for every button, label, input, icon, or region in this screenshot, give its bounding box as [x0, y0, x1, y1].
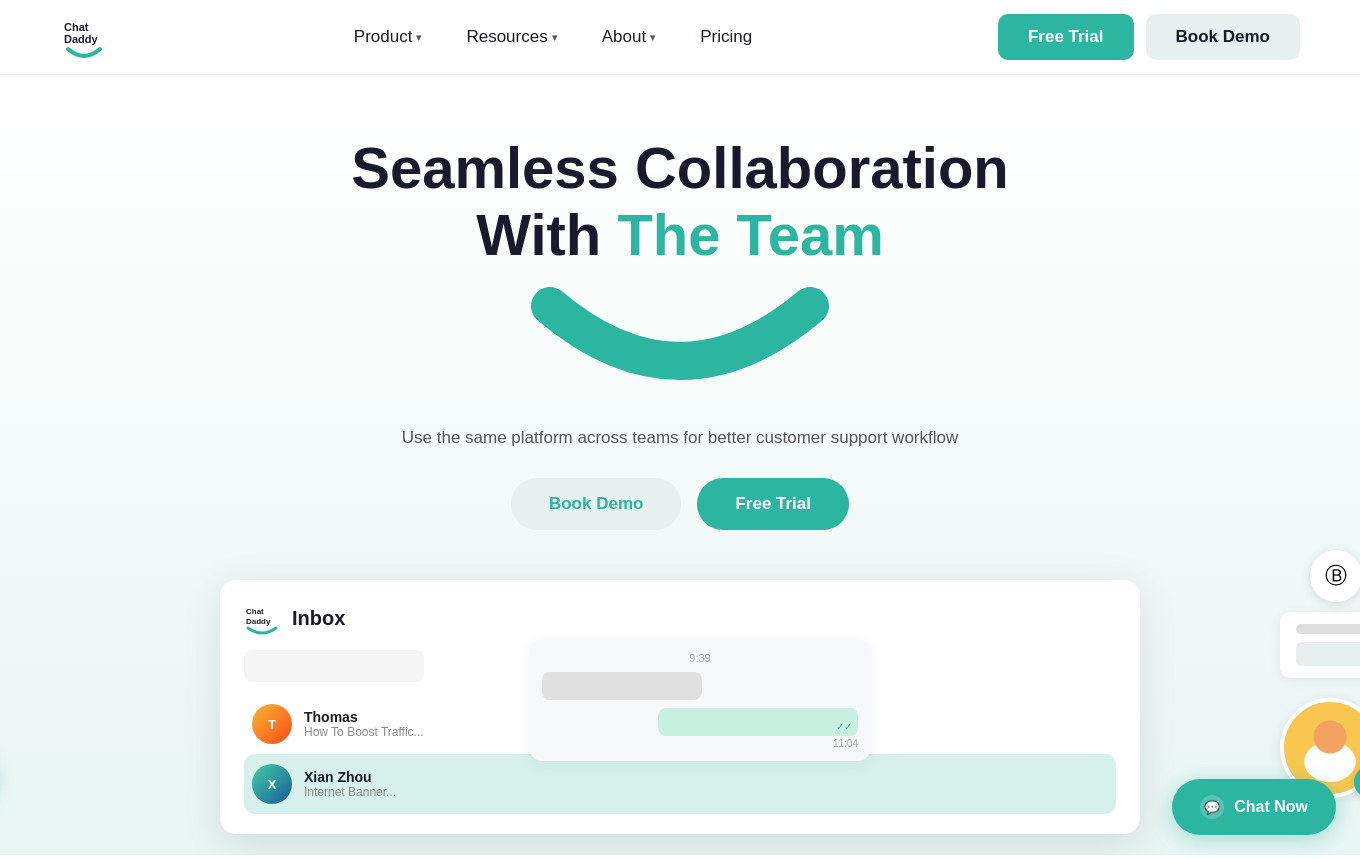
navbar: Chat Daddy Product ▾ Resources ▾ About ▾…: [0, 0, 1360, 75]
logo[interactable]: Chat Daddy: [60, 13, 108, 61]
chat-now-button[interactable]: 💬 Chat Now: [1172, 779, 1336, 835]
chevron-down-icon: ▾: [416, 31, 422, 44]
chat-bubble-received: [542, 672, 702, 700]
chat-timestamp: 9:39: [542, 652, 858, 664]
contact-name-xian: Xian Zhou: [304, 769, 1108, 785]
free-trial-button[interactable]: Free Trial: [998, 14, 1134, 60]
svg-point-6: [1313, 721, 1346, 754]
inbox-logo-icon: Chat Daddy: [244, 600, 280, 636]
whatsapp-icon: 💬: [1204, 800, 1220, 815]
hero-title-accent: The Team: [617, 202, 883, 267]
message-tick-icon: ✓✓: [836, 721, 852, 732]
nav-resources[interactable]: Resources ▾: [448, 17, 575, 57]
svg-text:Daddy: Daddy: [64, 33, 99, 45]
chat-now-label: Chat Now: [1234, 798, 1308, 816]
hero-subtitle: Use the same platform across teams for b…: [402, 428, 958, 448]
nav-resources-label: Resources: [466, 27, 547, 47]
right-text-placeholder1: [1296, 624, 1360, 634]
chevron-down-icon: ▾: [650, 31, 656, 44]
inbox-item-xian-info: Xian Zhou Internet Banner...: [304, 769, 1108, 799]
inbox-header: Chat Daddy Inbox: [244, 600, 1116, 636]
hero-section: Seamless Collaboration With The Team Use…: [0, 75, 1360, 855]
nav-pricing-label: Pricing: [700, 27, 752, 47]
book-demo-nav-button[interactable]: Book Demo: [1146, 14, 1300, 60]
hero-title-line2-plain: With: [476, 202, 617, 267]
nav-about[interactable]: About ▾: [584, 17, 674, 57]
right-text-block: [1280, 612, 1360, 678]
right-panel: Ⓑ 💬: [1280, 550, 1360, 798]
inbox-search-bar[interactable]: [244, 650, 424, 682]
nav-pricing[interactable]: Pricing: [682, 17, 770, 57]
hero-title: Seamless Collaboration With The Team: [351, 135, 1009, 268]
avatar-xian: X: [252, 764, 292, 804]
chat-panel: 9:39 ✓✓ 11:04: [530, 640, 870, 761]
hero-free-trial-button[interactable]: Free Trial: [697, 478, 849, 530]
avatar-thomas: T: [252, 704, 292, 744]
chevron-down-icon: ▾: [552, 31, 558, 44]
nav-actions: Free Trial Book Demo: [998, 14, 1300, 60]
inbox-card: Chat Daddy Inbox T Thomas How To Boost T…: [220, 580, 1140, 834]
chatdaddy-logo-icon: Chat Daddy: [60, 13, 108, 61]
nav-links: Product ▾ Resources ▾ About ▾ Pricing: [336, 17, 770, 57]
demo-area: 💬 Chat Daddy Inbox T Thomas How To Boost…: [20, 580, 1340, 834]
nav-product[interactable]: Product ▾: [336, 17, 441, 57]
contact-preview-xian: Internet Banner...: [304, 785, 1108, 799]
inbox-item-xian[interactable]: X Xian Zhou Internet Banner...: [244, 754, 1116, 814]
svg-text:Daddy: Daddy: [246, 617, 271, 626]
hero-book-demo-button[interactable]: Book Demo: [511, 478, 681, 530]
chat-sent-time: 11:04: [542, 738, 858, 749]
chat-bubble-sent: ✓✓: [658, 708, 858, 736]
nav-about-label: About: [602, 27, 646, 47]
smile-graphic: [530, 286, 830, 410]
nav-product-label: Product: [354, 27, 413, 47]
svg-text:Chat: Chat: [246, 607, 264, 616]
tiktok-icon-wrap: Ⓑ: [1310, 550, 1360, 602]
svg-text:Chat: Chat: [64, 21, 89, 33]
inbox-title: Inbox: [292, 607, 345, 630]
hero-buttons: Book Demo Free Trial: [511, 478, 849, 530]
right-text-placeholder2: [1296, 642, 1360, 666]
hero-title-line1: Seamless Collaboration: [351, 135, 1009, 200]
chat-now-icon: 💬: [1200, 795, 1224, 819]
tiktok-icon: Ⓑ: [1325, 561, 1347, 591]
